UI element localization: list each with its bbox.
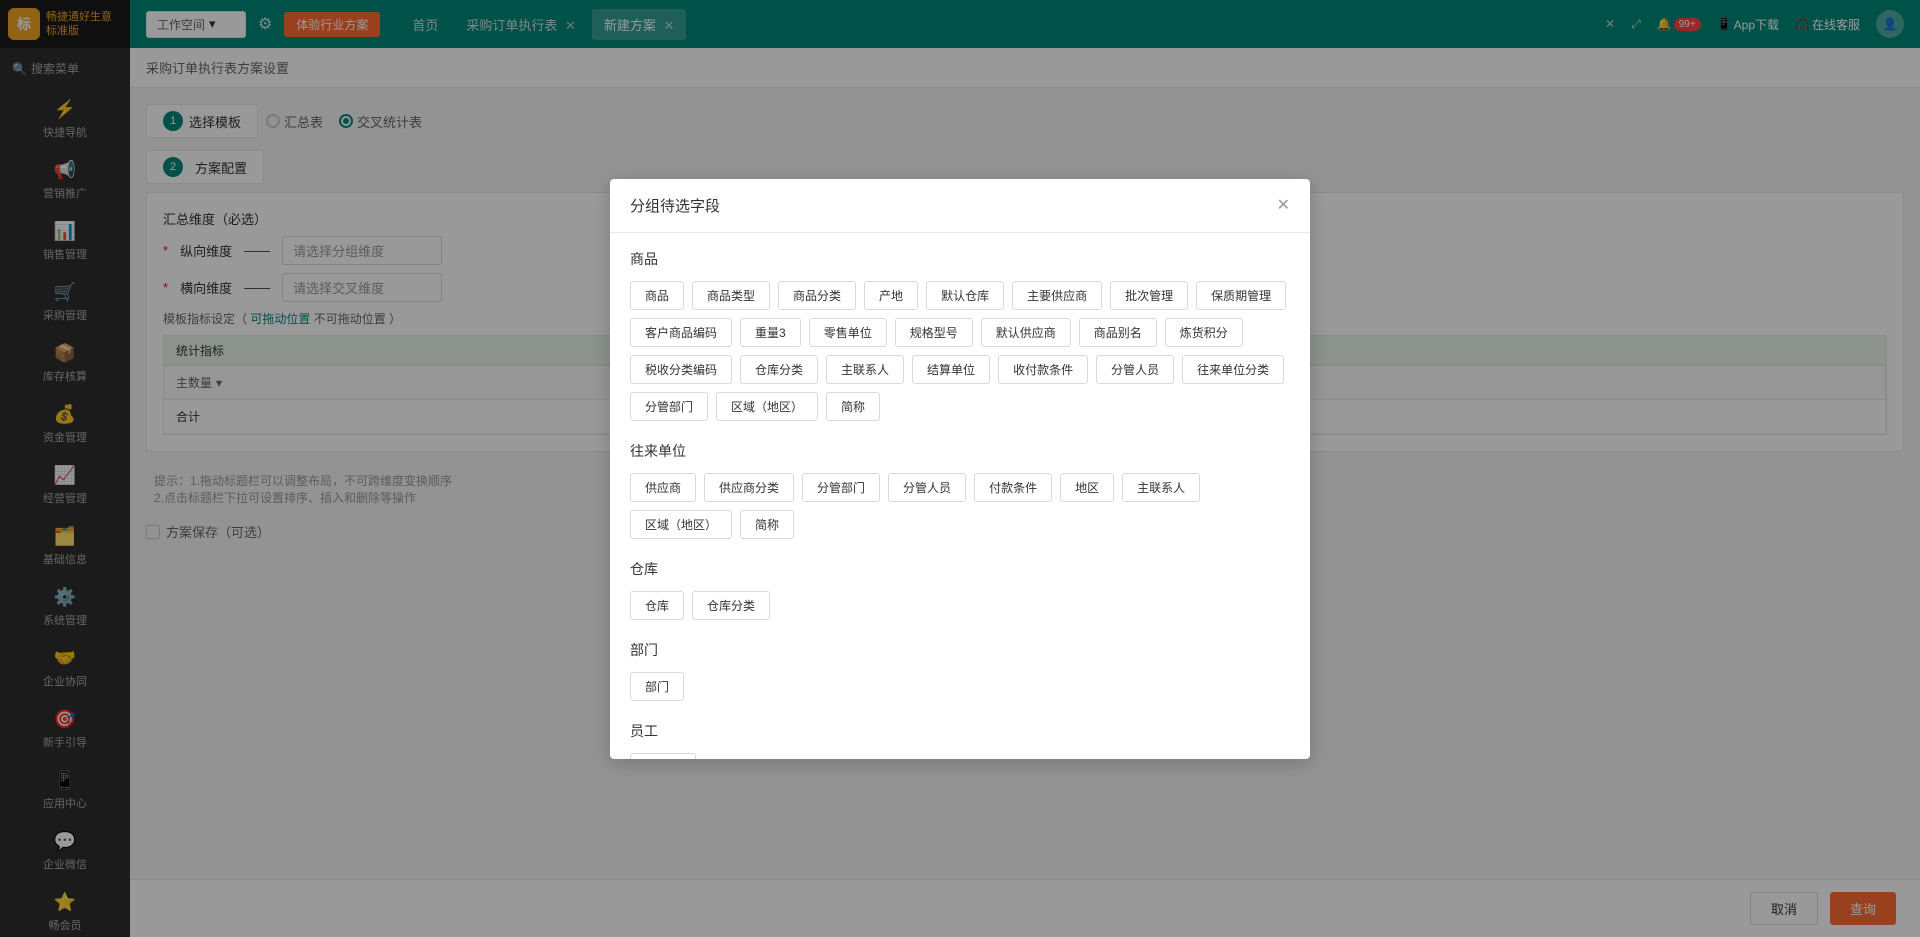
field-group-title-department: 部门 bbox=[630, 640, 1290, 660]
field-tag-往来单位分类[interactable]: 往来单位分类 bbox=[1182, 355, 1284, 384]
field-tag-供应商分类[interactable]: 供应商分类 bbox=[704, 473, 794, 502]
field-tags-customer: 供应商供应商分类分管部门分管人员付款条件地区主联系人区域（地区） 简称 bbox=[630, 473, 1290, 539]
field-tag-仓库分类[interactable]: 仓库分类 bbox=[692, 591, 770, 620]
field-tag-供应商[interactable]: 供应商 bbox=[630, 473, 696, 502]
field-tag-主联系人[interactable]: 主联系人 bbox=[1122, 473, 1200, 502]
field-tag-默认仓库[interactable]: 默认仓库 bbox=[926, 281, 1004, 310]
modal-header: 分组待选字段 ✕ bbox=[610, 179, 1310, 233]
field-tag-重量3[interactable]: 重量3 bbox=[740, 318, 801, 347]
field-group-title-employee: 员工 bbox=[630, 721, 1290, 741]
field-tag-区域（地区）[interactable]: 区域（地区） bbox=[716, 392, 818, 421]
field-tag-简称[interactable]: 简称 bbox=[826, 392, 880, 421]
modal-close-button[interactable]: ✕ bbox=[1277, 195, 1290, 215]
field-group-employee: 员工业务员 bbox=[630, 721, 1290, 759]
field-group-department: 部门部门 bbox=[630, 640, 1290, 701]
field-selector-modal: 分组待选字段 ✕ 商品商品商品类型商品分类产地默认仓库主要供应商批次管理保质期管… bbox=[610, 179, 1310, 759]
field-tag-分管人员[interactable]: 分管人员 bbox=[888, 473, 966, 502]
field-tag-保质期管理[interactable]: 保质期管理 bbox=[1196, 281, 1286, 310]
modal-body: 商品商品商品类型商品分类产地默认仓库主要供应商批次管理保质期管理客户商品编码重量… bbox=[610, 233, 1310, 759]
field-group-title-product: 商品 bbox=[630, 249, 1290, 269]
field-tag-部门[interactable]: 部门 bbox=[630, 672, 684, 701]
field-tags-warehouse: 仓库仓库分类 bbox=[630, 591, 1290, 620]
field-group-title-warehouse: 仓库 bbox=[630, 559, 1290, 579]
field-tag-付款条件[interactable]: 付款条件 bbox=[974, 473, 1052, 502]
field-tag-客户商品编码[interactable]: 客户商品编码 bbox=[630, 318, 732, 347]
modal-title: 分组待选字段 bbox=[630, 195, 720, 216]
field-tag-规格型号[interactable]: 规格型号 bbox=[895, 318, 973, 347]
field-tag-仓库分类[interactable]: 仓库分类 bbox=[740, 355, 818, 384]
field-tag-分管部门[interactable]: 分管部门 bbox=[630, 392, 708, 421]
field-group-title-customer: 往来单位 bbox=[630, 441, 1290, 461]
field-tag-商品[interactable]: 商品 bbox=[630, 281, 684, 310]
field-tag-主联系人[interactable]: 主联系人 bbox=[826, 355, 904, 384]
field-tag-区域（地区）[interactable]: 区域（地区） bbox=[630, 510, 732, 539]
field-tag-商品类型[interactable]: 商品类型 bbox=[692, 281, 770, 310]
field-tag-收付款条件[interactable]: 收付款条件 bbox=[998, 355, 1088, 384]
modal-overlay: 分组待选字段 ✕ 商品商品商品类型商品分类产地默认仓库主要供应商批次管理保质期管… bbox=[0, 0, 1920, 937]
field-tag-业务员[interactable]: 业务员 bbox=[630, 753, 696, 759]
field-tag-结算单位[interactable]: 结算单位 bbox=[912, 355, 990, 384]
field-tag-主要供应商[interactable]: 主要供应商 bbox=[1012, 281, 1102, 310]
field-tag-仓库[interactable]: 仓库 bbox=[630, 591, 684, 620]
field-tag-产地[interactable]: 产地 bbox=[864, 281, 918, 310]
field-tag-商品分类[interactable]: 商品分类 bbox=[778, 281, 856, 310]
field-tag-分管人员[interactable]: 分管人员 bbox=[1096, 355, 1174, 384]
field-group-product: 商品商品商品类型商品分类产地默认仓库主要供应商批次管理保质期管理客户商品编码重量… bbox=[630, 249, 1290, 421]
field-tag-简称[interactable]: 简称 bbox=[740, 510, 794, 539]
field-group-customer: 往来单位供应商供应商分类分管部门分管人员付款条件地区主联系人区域（地区） 简称 bbox=[630, 441, 1290, 539]
field-tags-employee: 业务员 bbox=[630, 753, 1290, 759]
field-tag-地区[interactable]: 地区 bbox=[1060, 473, 1114, 502]
field-tags-product: 商品商品类型商品分类产地默认仓库主要供应商批次管理保质期管理客户商品编码重量3 零… bbox=[630, 281, 1290, 421]
field-tag-批次管理[interactable]: 批次管理 bbox=[1110, 281, 1188, 310]
field-tag-炼货积分[interactable]: 炼货积分 bbox=[1165, 318, 1243, 347]
field-tag-税收分类编码[interactable]: 税收分类编码 bbox=[630, 355, 732, 384]
field-group-warehouse: 仓库仓库仓库分类 bbox=[630, 559, 1290, 620]
field-tags-department: 部门 bbox=[630, 672, 1290, 701]
field-tag-零售单位[interactable]: 零售单位 bbox=[809, 318, 887, 347]
field-tag-分管部门[interactable]: 分管部门 bbox=[802, 473, 880, 502]
field-tag-默认供应商[interactable]: 默认供应商 bbox=[981, 318, 1071, 347]
field-tag-商品别名[interactable]: 商品别名 bbox=[1079, 318, 1157, 347]
